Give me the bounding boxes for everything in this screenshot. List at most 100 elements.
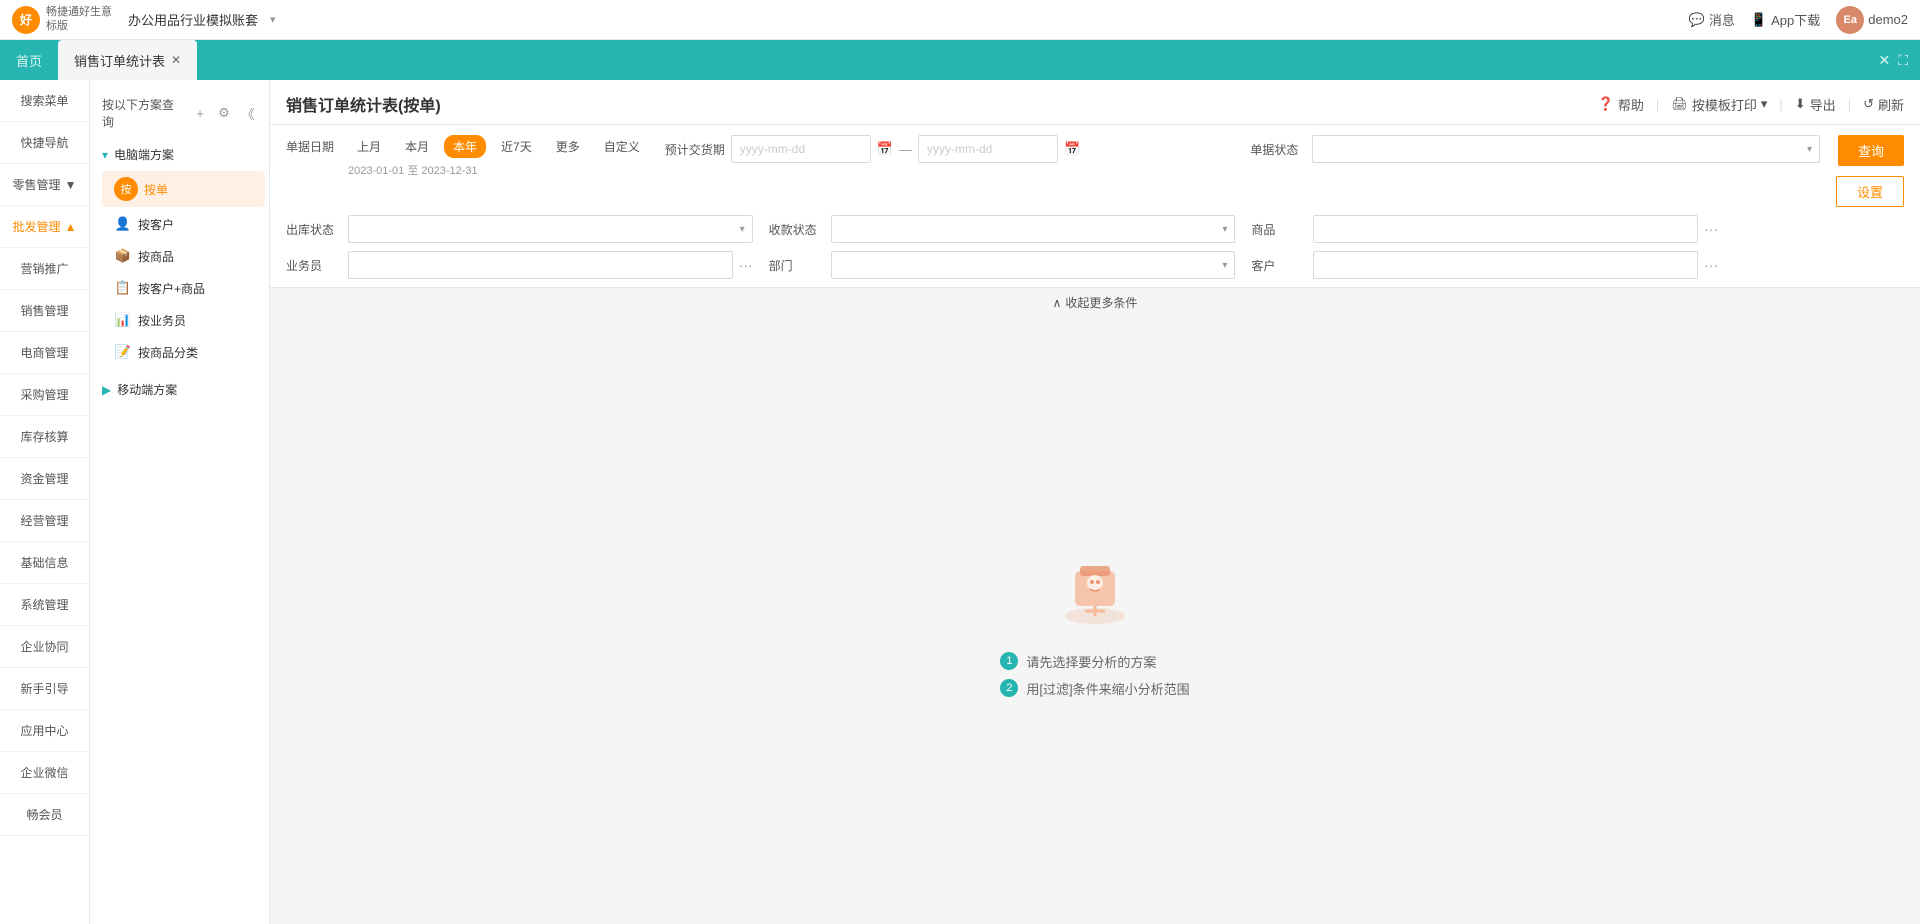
- customer-dots[interactable]: ···: [1704, 257, 1718, 273]
- payment-status-select[interactable]: [831, 215, 1236, 243]
- app-download-btn[interactable]: 📱 App下载: [1751, 10, 1820, 29]
- sidebar-item-wholesale[interactable]: 批发管理 ▲: [0, 206, 89, 248]
- department-label: 部门: [769, 257, 825, 274]
- scheme-item-by-salesman[interactable]: 📊 按业务员: [102, 305, 265, 335]
- mobile-scheme-header[interactable]: ▶ 移动端方案: [90, 375, 269, 404]
- sidebar-item-search-menu[interactable]: 搜索菜单: [0, 80, 89, 122]
- add-scheme-icon[interactable]: +: [191, 104, 209, 122]
- scheme-item-by-salesman-label: 按业务员: [138, 312, 186, 329]
- empty-illustration: [1045, 536, 1145, 636]
- scheme-item-by-goods[interactable]: 📦 按商品: [102, 241, 265, 271]
- help-icon: ❓: [1598, 96, 1614, 112]
- settings-scheme-icon[interactable]: ⚙: [215, 104, 233, 122]
- divider1: |: [1656, 97, 1659, 112]
- sidebar-item-finance[interactable]: 资金管理: [0, 458, 89, 500]
- tab-sales-order[interactable]: 销售订单统计表 ✕: [58, 40, 197, 80]
- btn-more[interactable]: 更多: [547, 135, 589, 158]
- main-content: 销售订单统计表(按单) ❓ 帮助 | 🖨 按模板打印 ▾ | ⬇: [270, 80, 1920, 924]
- scheme-item-by-customer-goods[interactable]: 📋 按客户+商品: [102, 273, 265, 303]
- salesman-dots[interactable]: ···: [739, 257, 753, 273]
- settings-btn[interactable]: 设置: [1836, 176, 1904, 207]
- tab-maximize-btn[interactable]: ⛶: [1898, 52, 1908, 69]
- salesman-icon: 📊: [114, 311, 132, 329]
- retail-arrow-icon: ▼: [65, 178, 77, 192]
- sidebar-item-inventory[interactable]: 库存核算: [0, 416, 89, 458]
- collapse-btn[interactable]: ∧ 收起更多条件: [1053, 294, 1138, 311]
- sidebar-item-sales-mgmt[interactable]: 销售管理: [0, 290, 89, 332]
- app-title-dropdown[interactable]: ▾: [270, 13, 276, 26]
- btn-this-year[interactable]: 本年: [444, 135, 486, 158]
- sidebar-item-app-center[interactable]: 应用中心: [0, 710, 89, 752]
- refresh-btn[interactable]: ↺ 刷新: [1863, 95, 1904, 114]
- help-btn[interactable]: ❓ 帮助: [1598, 95, 1644, 114]
- sidebar-item-retail[interactable]: 零售管理 ▼: [0, 164, 89, 206]
- print-btn[interactable]: 🖨 按模板打印 ▾: [1671, 95, 1767, 114]
- cal-to-icon[interactable]: 📅: [1064, 141, 1080, 157]
- scheme-item-by-customer-label: 按客户: [138, 216, 174, 233]
- sidebar-item-quick-nav[interactable]: 快捷导航: [0, 122, 89, 164]
- scheme-item-by-order[interactable]: 按 按单: [102, 171, 265, 207]
- sidebar-item-member[interactable]: 畅会员: [0, 794, 89, 836]
- content-area: 按以下方案查询 + ⚙ 《 ▾ 电脑端方案 按 按单: [90, 80, 1920, 924]
- btn-group: 查询 设置: [1836, 135, 1904, 207]
- salesman-input[interactable]: [348, 251, 733, 279]
- step2-num: 2: [1000, 679, 1018, 697]
- tab-home[interactable]: 首页: [0, 40, 58, 80]
- pc-scheme-header[interactable]: ▾ 电脑端方案: [90, 140, 269, 169]
- order-status-label: 单据状态: [1250, 141, 1306, 158]
- top-bar: 好 畅捷通好生意 标版 办公用品行业模拟账套 ▾ 💬 消息 📱 App下载 Ea…: [0, 0, 1920, 40]
- shipment-status-select[interactable]: [348, 215, 753, 243]
- expected-date-to[interactable]: [918, 135, 1058, 163]
- print-dropdown-icon[interactable]: ▾: [1761, 96, 1768, 112]
- sidebar-item-corp-wechat[interactable]: 企业微信: [0, 752, 89, 794]
- order-status-select[interactable]: [1312, 135, 1820, 163]
- tab-minimize-btn[interactable]: ✕: [1878, 52, 1890, 69]
- export-btn[interactable]: ⬇ 导出: [1795, 95, 1836, 114]
- main-layout: 搜索菜单 快捷导航 零售管理 ▼ 批发管理 ▲ 营销推广 销售管理 电商管理 采…: [0, 80, 1920, 924]
- sidebar-item-marketing[interactable]: 营销推广: [0, 248, 89, 290]
- wholesale-arrow-icon: ▲: [65, 220, 77, 234]
- btn-last-month[interactable]: 上月: [348, 135, 390, 158]
- tab-bar-actions: ✕ ⛶: [1878, 52, 1920, 69]
- cal-from-icon[interactable]: 📅: [877, 141, 893, 157]
- empty-step2: 2 用[过滤]条件来缩小分析范围: [1000, 679, 1189, 698]
- btn-custom[interactable]: 自定义: [595, 135, 649, 158]
- filter-row2: 出库状态 ▾ 收款状态: [270, 207, 1920, 243]
- step2-text: 用[过滤]条件来缩小分析范围: [1026, 679, 1189, 698]
- sidebar-item-newcomer[interactable]: 新手引导: [0, 668, 89, 710]
- expected-date-from[interactable]: [731, 135, 871, 163]
- customer-input[interactable]: [1313, 251, 1698, 279]
- sidebar-item-operations[interactable]: 经营管理: [0, 500, 89, 542]
- btn-last-7days[interactable]: 近7天: [492, 135, 541, 158]
- scheme-item-by-customer[interactable]: 👤 按客户: [102, 209, 265, 239]
- message-icon: 💬: [1689, 12, 1705, 28]
- message-btn[interactable]: 💬 消息: [1689, 10, 1735, 29]
- scheme-item-by-goods-category-label: 按商品分类: [138, 344, 198, 361]
- date-filter-group: 单据日期 上月 本月 本年 近7天 更多 自定义 2023-01-01 至 20…: [286, 135, 649, 178]
- sidebar-item-basic-info[interactable]: 基础信息: [0, 542, 89, 584]
- page-actions: ❓ 帮助 | 🖨 按模板打印 ▾ | ⬇ 导出 |: [1598, 95, 1904, 114]
- download-icon: 📱: [1751, 12, 1767, 28]
- customer-label: 客户: [1251, 257, 1307, 274]
- salesman-label: 业务员: [286, 257, 342, 274]
- collapse-row: ∧ 收起更多条件: [270, 287, 1920, 317]
- expected-date-label: 预计交货期: [665, 141, 725, 158]
- empty-step1: 1 请先选择要分析的方案: [1000, 652, 1189, 671]
- btn-this-month[interactable]: 本月: [396, 135, 438, 158]
- step1-num: 1: [1000, 652, 1018, 670]
- sidebar-item-ecommerce[interactable]: 电商管理: [0, 332, 89, 374]
- sidebar-item-system[interactable]: 系统管理: [0, 584, 89, 626]
- scheme-item-by-goods-category[interactable]: 📝 按商品分类: [102, 337, 265, 367]
- top-bar-left: 好 畅捷通好生意 标版 办公用品行业模拟账套 ▾: [12, 6, 276, 34]
- goods-input[interactable]: [1313, 215, 1698, 243]
- tab-close-icon[interactable]: ✕: [171, 53, 181, 67]
- department-select[interactable]: [831, 251, 1236, 279]
- goods-dots[interactable]: ···: [1704, 221, 1718, 237]
- sidebar-item-purchase[interactable]: 采购管理: [0, 374, 89, 416]
- user-menu[interactable]: Ea demo2: [1836, 6, 1908, 34]
- query-btn[interactable]: 查询: [1838, 135, 1904, 166]
- scheme-item-by-customer-goods-label: 按客户+商品: [138, 280, 205, 297]
- collapse-panel-icon[interactable]: 《: [239, 104, 257, 122]
- sidebar-item-enterprise[interactable]: 企业协同: [0, 626, 89, 668]
- filter-row3: 业务员 ··· 部门 ▾ 客户: [270, 243, 1920, 287]
